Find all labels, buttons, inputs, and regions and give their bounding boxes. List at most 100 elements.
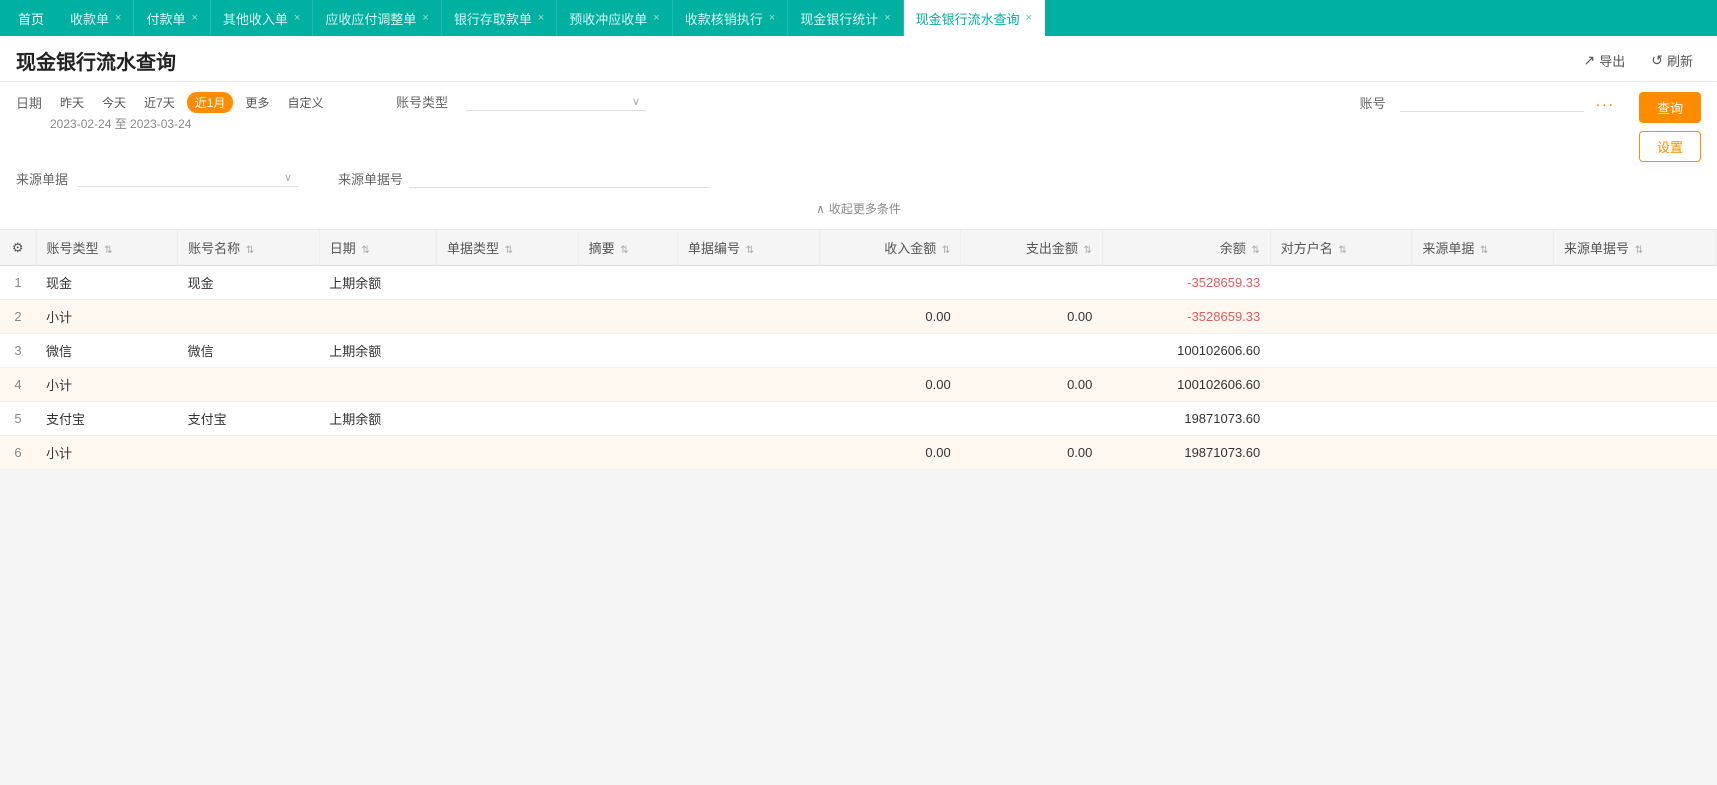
close-icon[interactable]: ×	[884, 12, 890, 24]
cell-account-type: 小计	[36, 436, 178, 470]
refresh-button[interactable]: ↺ 刷新	[1643, 47, 1701, 74]
account-type-select[interactable]: ∨	[466, 93, 646, 111]
cell-counterpart	[1270, 334, 1412, 368]
sort-icon[interactable]: ⇅	[620, 245, 628, 256]
account-type-section: 账号类型 ∨	[356, 92, 1330, 111]
date-btn-1month[interactable]: 近1月	[187, 92, 234, 113]
sort-icon[interactable]: ⇅	[1480, 245, 1488, 256]
cell-account-type: 微信	[36, 334, 178, 368]
date-btn-custom[interactable]: 自定义	[281, 92, 329, 113]
sort-icon[interactable]: ⇅	[1338, 245, 1346, 256]
nav-tab-yscs[interactable]: 预收冲应收单 ×	[557, 0, 672, 36]
cell-source-doc-no	[1554, 402, 1717, 436]
col-doc-type: 单据类型 ⇅	[436, 230, 578, 266]
table-row: 5 支付宝 支付宝 上期余额 19871073.60	[0, 402, 1717, 436]
cell-doc-type	[436, 368, 578, 402]
cell-source-doc	[1412, 368, 1554, 402]
row-number: 3	[0, 334, 36, 368]
cell-doc-type	[436, 436, 578, 470]
cell-account-type: 小计	[36, 300, 178, 334]
cell-source-doc	[1412, 300, 1554, 334]
filter-row-2: 来源单据 ∨ 来源单据号	[16, 168, 1701, 188]
cell-account-name: 微信	[178, 334, 320, 368]
cell-doc-type	[436, 334, 578, 368]
collapse-icon: ∧	[816, 202, 825, 216]
settings-button[interactable]: 设置	[1639, 131, 1701, 162]
nav-tab-ysyf[interactable]: 应收应付调整单 ×	[313, 0, 441, 36]
cell-doc-no	[677, 368, 819, 402]
account-dots-button[interactable]: ...	[1592, 93, 1619, 111]
date-btn-yesterday[interactable]: 昨天	[54, 92, 90, 113]
cell-date: 上期余额	[319, 402, 436, 436]
cell-date: 上期余额	[319, 334, 436, 368]
col-expense: 支出金额 ⇅	[961, 230, 1103, 266]
cell-counterpart	[1270, 266, 1412, 300]
nav-tab-qitasd[interactable]: 其他收入单 ×	[211, 0, 313, 36]
cell-summary	[578, 436, 677, 470]
close-icon[interactable]: ×	[115, 12, 121, 24]
col-account-type: 账号类型 ⇅	[36, 230, 178, 266]
source-doc-no-input[interactable]	[409, 168, 709, 188]
cell-doc-no	[677, 402, 819, 436]
export-button[interactable]: ↗ 导出	[1576, 47, 1634, 74]
sort-icon[interactable]: ⇅	[1083, 245, 1091, 256]
date-filter-section: 日期 昨天 今天 近7天 近1月 更多 自定义 2023-02-24 至 202…	[16, 92, 356, 132]
sort-icon[interactable]: ⇅	[246, 245, 254, 256]
cell-balance: 19871073.60	[1102, 436, 1270, 470]
close-icon[interactable]: ×	[653, 12, 659, 24]
cell-expense	[961, 266, 1103, 300]
sort-icon[interactable]: ⇅	[361, 245, 369, 256]
page-title: 现金银行流水查询	[16, 46, 176, 75]
nav-tab-fukuandan[interactable]: 付款单 ×	[134, 0, 210, 36]
collapse-filter-button[interactable]: ∧ 收起更多条件	[16, 196, 1701, 223]
table-row: 4 小计 0.00 0.00 100102606.60	[0, 368, 1717, 402]
source-doc-select[interactable]: ∨	[78, 169, 298, 187]
data-table: ⚙ 账号类型 ⇅ 账号名称 ⇅ 日期 ⇅ 单据类型 ⇅	[0, 230, 1717, 470]
cell-summary	[578, 402, 677, 436]
sort-icon[interactable]: ⇅	[1635, 245, 1643, 256]
date-btn-7days[interactable]: 近7天	[138, 92, 181, 113]
query-button[interactable]: 查询	[1639, 92, 1701, 123]
nav-tab-yhcqk[interactable]: 银行存取款单 ×	[442, 0, 557, 36]
cell-income	[819, 402, 961, 436]
nav-home[interactable]: 首页	[4, 0, 58, 36]
close-icon[interactable]: ×	[422, 12, 428, 24]
cell-summary	[578, 300, 677, 334]
col-source-doc: 来源单据 ⇅	[1412, 230, 1554, 266]
sort-icon[interactable]: ⇅	[1251, 245, 1259, 256]
export-icon: ↗	[1584, 52, 1596, 69]
date-label: 日期	[16, 93, 42, 112]
sort-icon[interactable]: ⇅	[746, 245, 754, 256]
close-icon[interactable]: ×	[769, 12, 775, 24]
account-number-section: 账号 ...	[1330, 92, 1619, 112]
close-icon[interactable]: ×	[1026, 12, 1032, 24]
row-number: 2	[0, 300, 36, 334]
cell-expense: 0.00	[961, 436, 1103, 470]
gear-icon[interactable]: ⚙	[12, 240, 24, 255]
top-navigation: 首页 收款单 × 付款单 × 其他收入单 × 应收应付调整单 × 银行存取款单 …	[0, 0, 1717, 36]
nav-tab-skxs[interactable]: 收款核销执行 ×	[673, 0, 788, 36]
date-btn-more[interactable]: 更多	[239, 92, 275, 113]
cell-summary	[578, 334, 677, 368]
cell-source-doc	[1412, 266, 1554, 300]
cell-doc-no	[677, 436, 819, 470]
table-row: 2 小计 0.00 0.00 -3528659.33	[0, 300, 1717, 334]
cell-expense: 0.00	[961, 368, 1103, 402]
cell-income	[819, 266, 961, 300]
date-btn-today[interactable]: 今天	[96, 92, 132, 113]
sort-icon[interactable]: ⇅	[104, 245, 112, 256]
page-header: 现金银行流水查询 ↗ 导出 ↺ 刷新	[0, 36, 1717, 82]
cell-account-type: 现金	[36, 266, 178, 300]
sort-icon[interactable]: ⇅	[505, 245, 513, 256]
close-icon[interactable]: ×	[191, 12, 197, 24]
cell-doc-type	[436, 402, 578, 436]
cell-source-doc-no	[1554, 300, 1717, 334]
nav-tab-xjyhls[interactable]: 现金银行流水查询 ×	[904, 0, 1045, 36]
close-icon[interactable]: ×	[294, 12, 300, 24]
sort-icon[interactable]: ⇅	[942, 245, 950, 256]
cell-account-name	[178, 368, 320, 402]
close-icon[interactable]: ×	[538, 12, 544, 24]
nav-tab-shoukuandan[interactable]: 收款单 ×	[58, 0, 134, 36]
account-input[interactable]	[1400, 92, 1584, 112]
nav-tab-xjyhtj[interactable]: 现金银行统计 ×	[788, 0, 903, 36]
